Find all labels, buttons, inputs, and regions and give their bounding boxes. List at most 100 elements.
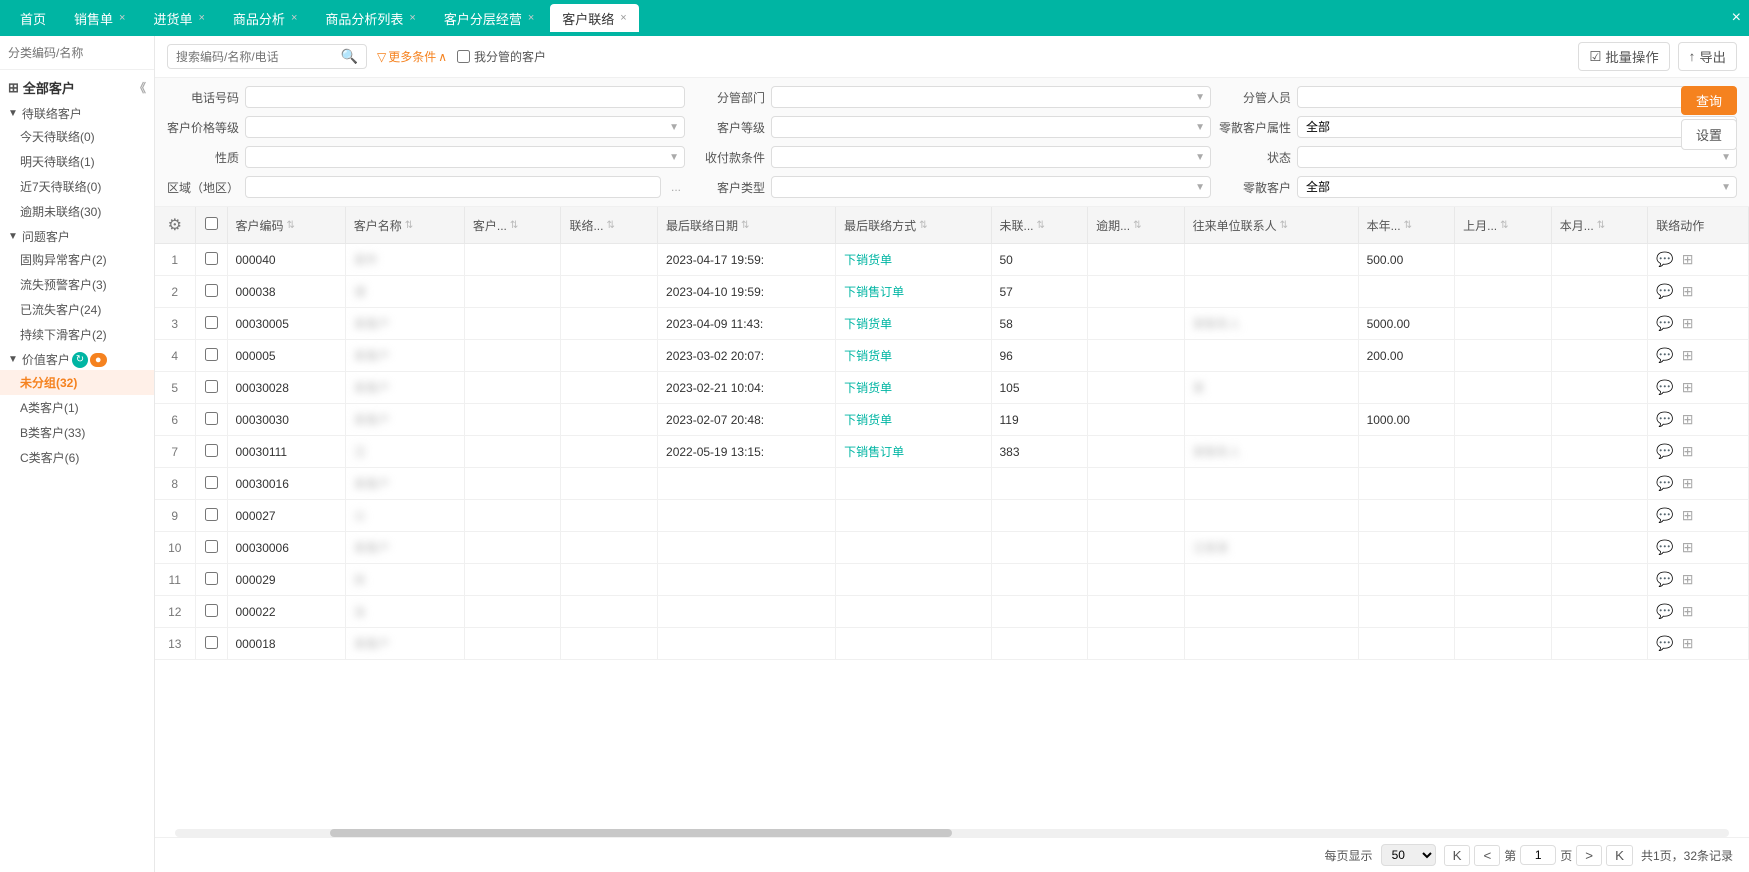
sort-name-icon[interactable]: ⇅ [405,220,413,231]
row-checkbox-0[interactable] [205,252,218,265]
nav-sales-order[interactable]: 销售单 × [62,4,137,32]
row-checkbox-2[interactable] [205,316,218,329]
row-checkbox-1[interactable] [205,284,218,297]
sort-this-year-icon[interactable]: ⇅ [1404,220,1412,231]
more-action-icon-2[interactable]: ⊞ [1682,315,1694,332]
contact-action-icon-10[interactable]: 💬 [1656,571,1673,588]
next-page-btn[interactable]: > [1576,845,1602,866]
global-close-button[interactable]: × [1732,9,1741,27]
more-action-icon-4[interactable]: ⊞ [1682,379,1694,396]
contact-action-icon-6[interactable]: 💬 [1656,443,1673,460]
select-dept[interactable] [771,86,1211,108]
close-purchase-order[interactable]: × [198,12,204,24]
more-action-icon-0[interactable]: ⊞ [1682,251,1694,268]
sort-unit-contact-icon[interactable]: ⇅ [1280,220,1288,231]
more-action-icon-7[interactable]: ⊞ [1682,475,1694,492]
export-button[interactable]: ↑ 导出 [1678,42,1737,71]
all-customers-header[interactable]: ⊞ 全部客户 《 [0,70,154,101]
sidebar-item-sustained-decline[interactable]: 持续下滑客户(2) [0,322,154,347]
nav-customer-segment-manager[interactable]: 客户分层经营 × [432,4,546,32]
close-product-analysis[interactable]: × [291,12,297,24]
contact-action-icon-12[interactable]: 💬 [1656,635,1673,652]
select-price-level[interactable] [245,116,685,138]
row-checkbox-12[interactable] [205,636,218,649]
last-method-link[interactable]: 下销售订单 [844,445,904,459]
horizontal-scrollbar[interactable] [175,829,1729,837]
main-search-icon[interactable]: 🔍 [341,48,358,65]
last-method-link[interactable]: 下销货单 [844,381,892,395]
contact-action-icon-3[interactable]: 💬 [1656,347,1673,364]
sidebar-item-tomorrow[interactable]: 明天待联络(1) [0,149,154,174]
more-action-icon-1[interactable]: ⊞ [1682,283,1694,300]
close-product-analysis-list[interactable]: × [409,12,415,24]
collapse-sidebar-btn[interactable]: 《 [134,79,146,96]
more-action-icon-5[interactable]: ⊞ [1682,411,1694,428]
more-action-icon-8[interactable]: ⊞ [1682,507,1694,524]
contact-action-icon-1[interactable]: 💬 [1656,283,1673,300]
my-customers-checkbox[interactable] [457,50,470,63]
contact-action-icon-2[interactable]: 💬 [1656,315,1673,332]
sidebar-item-today[interactable]: 今天待联络(0) [0,124,154,149]
nav-product-analysis-list[interactable]: 商品分析列表 × [313,4,427,32]
select-payment[interactable] [771,146,1211,168]
more-action-icon-11[interactable]: ⊞ [1682,603,1694,620]
first-page-btn[interactable]: K [1444,845,1471,866]
last-method-link[interactable]: 下销售订单 [844,285,904,299]
sidebar-group-problem[interactable]: ▼ 问题客户 [0,224,154,247]
close-customer-contact[interactable]: × [620,12,626,24]
page-number-input[interactable] [1520,845,1556,865]
per-page-select[interactable]: 50 100 [1381,844,1436,866]
main-search-input[interactable] [176,50,341,64]
sidebar-item-overdue-contact[interactable]: 逾期未联络(30) [0,199,154,224]
sidebar-item-unclassified[interactable]: 未分组(32) [0,370,154,395]
last-page-btn[interactable]: K [1606,845,1633,866]
more-action-icon-3[interactable]: ⊞ [1682,347,1694,364]
sidebar-item-class-a[interactable]: A类客户(1) [0,395,154,420]
select-gender[interactable] [245,146,685,168]
row-checkbox-11[interactable] [205,604,218,617]
row-checkbox-8[interactable] [205,508,218,521]
sort-last-method-icon[interactable]: ⇅ [919,220,927,231]
sort-contact-icon[interactable]: ⇅ [606,220,614,231]
last-method-link[interactable]: 下销货单 [844,349,892,363]
nav-home[interactable]: 首页 [8,4,58,32]
ellipsis-area[interactable]: ... [667,180,685,194]
last-method-link[interactable]: 下销货单 [844,413,892,427]
input-person[interactable] [1297,86,1713,108]
contact-action-icon-4[interactable]: 💬 [1656,379,1673,396]
sidebar-group-pending[interactable]: ▼ 待联络客户 [0,101,154,124]
sort-code-icon[interactable]: ⇅ [287,220,295,231]
query-button[interactable]: 查询 [1681,86,1737,115]
sort-this-month-icon[interactable]: ⇅ [1597,220,1605,231]
more-action-icon-9[interactable]: ⊞ [1682,539,1694,556]
batch-op-button[interactable]: ☑ 批量操作 [1578,42,1669,71]
nav-customer-contact[interactable]: 客户联络 × [550,4,638,32]
more-conditions-btn[interactable]: ▽ 更多条件 ∧ [377,48,447,65]
contact-action-icon-8[interactable]: 💬 [1656,507,1673,524]
sort-last-month-icon[interactable]: ⇅ [1500,220,1508,231]
sidebar-item-class-c[interactable]: C类客户(6) [0,445,154,470]
select-zero-retail[interactable]: 全部 [1297,176,1737,198]
sidebar-item-lost[interactable]: 已流失客户(24) [0,297,154,322]
row-checkbox-4[interactable] [205,380,218,393]
select-zero-retail-attr[interactable]: 全部 [1297,116,1737,138]
sidebar-item-churn-warning[interactable]: 流失预警客户(3) [0,272,154,297]
prev-page-btn[interactable]: < [1474,845,1500,866]
contact-action-icon-11[interactable]: 💬 [1656,603,1673,620]
sort-no-contact-icon[interactable]: ⇅ [1037,220,1045,231]
nav-product-analysis[interactable]: 商品分析 × [221,4,309,32]
settings-icon[interactable]: ⚙ [168,217,182,234]
sidebar-item-abnormal-repurchase[interactable]: 固购异常客户(2) [0,247,154,272]
input-area[interactable] [245,176,661,198]
reset-button[interactable]: 设置 [1681,119,1737,150]
close-sales-order[interactable]: × [119,12,125,24]
sort-category-icon[interactable]: ⇅ [510,220,518,231]
last-method-link[interactable]: 下销货单 [844,253,892,267]
row-checkbox-9[interactable] [205,540,218,553]
row-checkbox-5[interactable] [205,412,218,425]
row-checkbox-6[interactable] [205,444,218,457]
select-customer-level[interactable] [771,116,1211,138]
input-phone[interactable] [245,86,685,108]
sidebar-item-class-b[interactable]: B类客户(33) [0,420,154,445]
sidebar-item-7days[interactable]: 近7天待联络(0) [0,174,154,199]
